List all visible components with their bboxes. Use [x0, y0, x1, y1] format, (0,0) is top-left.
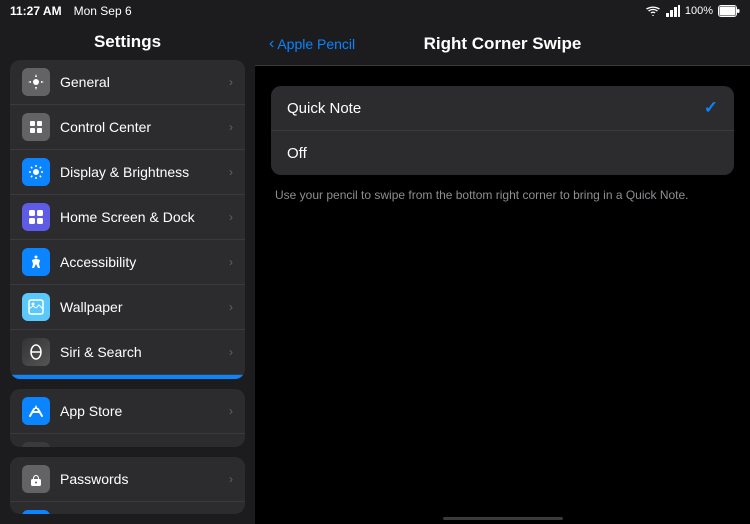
sidebar-item-apple-pencil[interactable]: Apple Pencil ›: [10, 375, 245, 379]
home-screen-label: Home Screen & Dock: [60, 209, 229, 225]
siri-icon: [22, 338, 50, 366]
wallpaper-icon: [22, 293, 50, 321]
general-icon: [22, 68, 50, 96]
siri-chevron: ›: [229, 345, 233, 359]
general-chevron: ›: [229, 75, 233, 89]
control-center-label: Control Center: [60, 119, 229, 135]
sidebar: Settings General › Control Center ›: [0, 22, 255, 524]
status-bar: 11:27 AM Mon Sep 6 100%: [0, 0, 750, 22]
accessibility-chevron: ›: [229, 255, 233, 269]
display-label: Display & Brightness: [60, 164, 229, 180]
passwords-chevron: ›: [229, 472, 233, 486]
sidebar-item-home-screen[interactable]: Home Screen & Dock ›: [10, 195, 245, 240]
scroll-indicator: [443, 517, 563, 520]
app-store-label: App Store: [60, 403, 229, 419]
right-header: ‹ Apple Pencil Right Corner Swipe: [255, 22, 750, 66]
home-screen-icon: [22, 203, 50, 231]
sidebar-item-siri[interactable]: Siri & Search ›: [10, 330, 245, 375]
control-center-icon: [22, 113, 50, 141]
right-header-title: Right Corner Swipe: [424, 34, 582, 54]
wallpaper-chevron: ›: [229, 300, 233, 314]
back-label: Apple Pencil: [277, 36, 355, 52]
right-panel: ‹ Apple Pencil Right Corner Swipe Quick …: [255, 22, 750, 524]
settings-group-2: App Store › Wallet & Apple Pay ›: [10, 389, 245, 446]
sidebar-item-mail[interactable]: Mail ›: [10, 502, 245, 514]
option-off[interactable]: Off: [271, 131, 734, 175]
battery-icon: [718, 5, 740, 17]
passwords-label: Passwords: [60, 471, 229, 487]
quick-note-label: Quick Note: [287, 100, 704, 117]
wallpaper-label: Wallpaper: [60, 299, 229, 315]
sidebar-item-control-center[interactable]: Control Center ›: [10, 105, 245, 150]
app-store-chevron: ›: [229, 404, 233, 418]
sidebar-title: Settings: [0, 22, 255, 60]
settings-group-3: Passwords › Mail ›: [10, 457, 245, 514]
siri-label: Siri & Search: [60, 344, 229, 360]
sidebar-item-wallpaper[interactable]: Wallpaper ›: [10, 285, 245, 330]
option-quick-note[interactable]: Quick Note ✓: [271, 86, 734, 131]
control-center-chevron: ›: [229, 120, 233, 134]
sidebar-item-accessibility[interactable]: Accessibility ›: [10, 240, 245, 285]
off-label: Off: [287, 145, 718, 162]
general-label: General: [60, 74, 229, 90]
main-layout: Settings General › Control Center ›: [0, 22, 750, 524]
quick-note-checkmark: ✓: [704, 98, 718, 118]
right-panel-wrapper: ‹ Apple Pencil Right Corner Swipe Quick …: [255, 22, 750, 524]
display-chevron: ›: [229, 165, 233, 179]
home-screen-chevron: ›: [229, 210, 233, 224]
accessibility-icon: [22, 248, 50, 276]
back-chevron-icon: ‹: [269, 35, 274, 53]
sidebar-item-wallet[interactable]: Wallet & Apple Pay ›: [10, 434, 245, 446]
display-icon: [22, 158, 50, 186]
sidebar-item-general[interactable]: General ›: [10, 60, 245, 105]
accessibility-label: Accessibility: [60, 254, 229, 270]
sidebar-item-display[interactable]: Display & Brightness ›: [10, 150, 245, 195]
option-hint: Use your pencil to swipe from the bottom…: [271, 187, 734, 212]
options-group: Quick Note ✓ Off: [271, 86, 734, 175]
wifi-icon: [645, 5, 661, 17]
status-icons: 100%: [645, 5, 740, 17]
app-store-icon: [22, 397, 50, 425]
battery-percent: 100%: [685, 5, 713, 17]
status-time: 11:27 AM: [10, 4, 62, 18]
passwords-icon: [22, 465, 50, 493]
wallet-icon: [22, 442, 50, 446]
back-button[interactable]: ‹ Apple Pencil: [269, 35, 355, 53]
right-content: Quick Note ✓ Off Use your pencil to swip…: [255, 66, 750, 524]
mail-icon: [22, 510, 50, 514]
sidebar-item-passwords[interactable]: Passwords ›: [10, 457, 245, 502]
signal-icon: [666, 5, 680, 17]
status-date: Mon Sep 6: [74, 4, 132, 18]
settings-group-1: General › Control Center › Display & Bri…: [10, 60, 245, 379]
sidebar-item-app-store[interactable]: App Store ›: [10, 389, 245, 434]
